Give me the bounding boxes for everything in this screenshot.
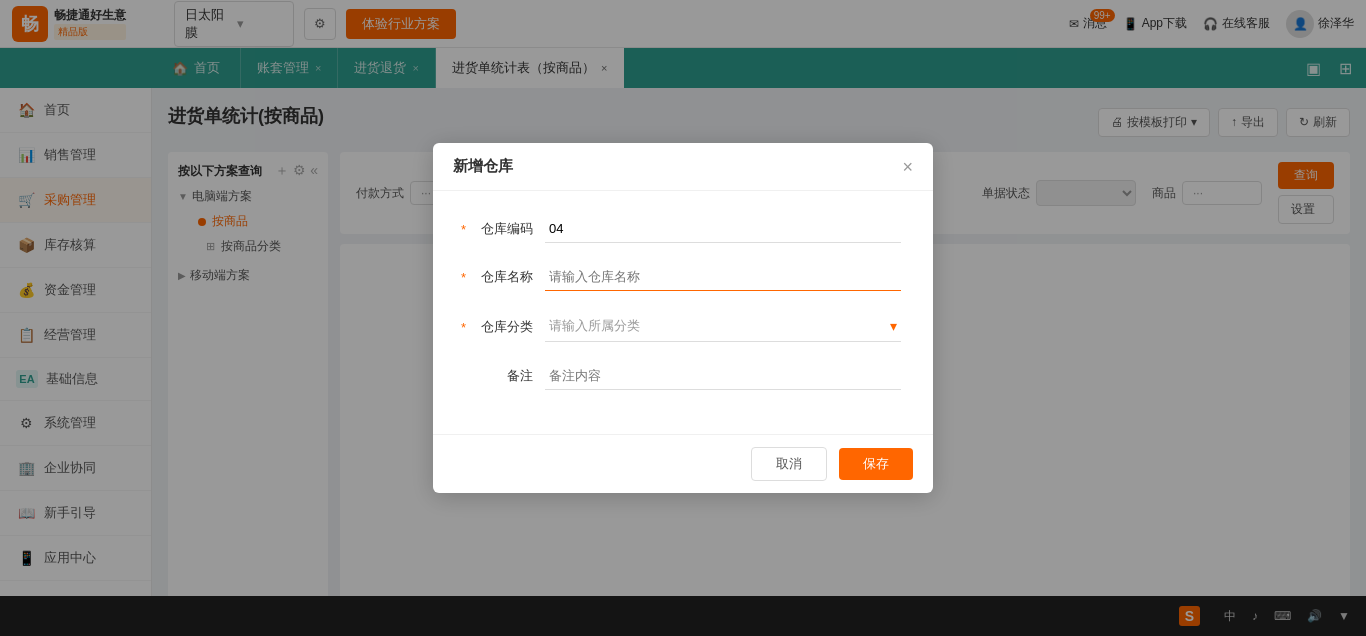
form-label-remark: 备注 <box>465 367 545 385</box>
form-field-code: 仓库编码 <box>465 215 901 243</box>
dialog-header: 新增仓库 × <box>433 143 933 191</box>
warehouse-code-input[interactable] <box>545 215 901 243</box>
dialog-body: 仓库编码 仓库名称 仓库分类 请输入所属分类 ▾ 备注 <box>433 191 933 434</box>
form-field-remark: 备注 <box>465 362 901 390</box>
dialog-new-warehouse: 新增仓库 × 仓库编码 仓库名称 仓库分类 请输入所属分类 ▾ <box>433 143 933 493</box>
dropdown-arrow-icon: ▾ <box>890 318 897 334</box>
warehouse-category-select[interactable]: 请输入所属分类 ▾ <box>545 311 901 342</box>
form-label-code: 仓库编码 <box>465 220 545 238</box>
dialog-close-icon[interactable]: × <box>902 158 913 176</box>
form-field-name: 仓库名称 <box>465 263 901 291</box>
form-label-category: 仓库分类 <box>465 318 545 336</box>
warehouse-name-input[interactable] <box>545 263 901 291</box>
dialog-title: 新增仓库 <box>453 157 513 176</box>
save-button[interactable]: 保存 <box>839 448 913 480</box>
form-field-category: 仓库分类 请输入所属分类 ▾ <box>465 311 901 342</box>
cancel-button[interactable]: 取消 <box>751 447 827 481</box>
modal-overlay: 新增仓库 × 仓库编码 仓库名称 仓库分类 请输入所属分类 ▾ <box>0 0 1366 636</box>
dialog-footer: 取消 保存 <box>433 434 933 493</box>
warehouse-remark-input[interactable] <box>545 362 901 390</box>
form-label-name: 仓库名称 <box>465 268 545 286</box>
